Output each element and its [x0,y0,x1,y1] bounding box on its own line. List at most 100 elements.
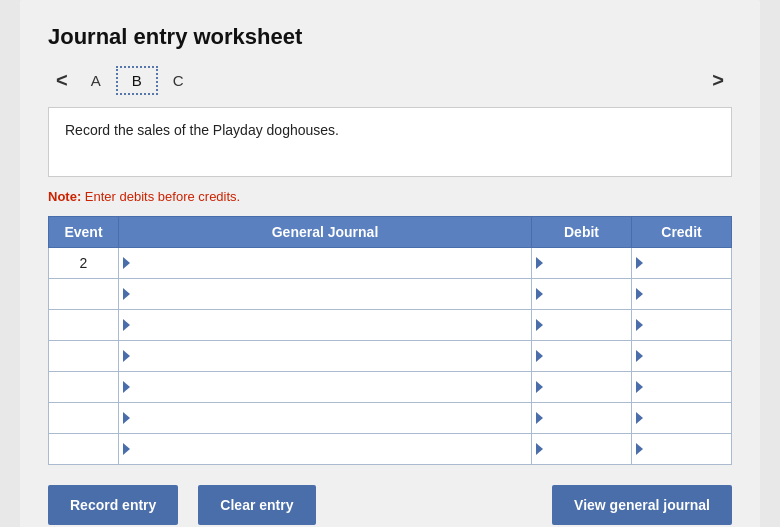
col-journal: General Journal [119,217,532,248]
table-row [49,372,732,403]
col-debit: Debit [532,217,632,248]
page-title: Journal entry worksheet [48,24,732,50]
journal-cell-6[interactable] [119,434,532,465]
table-row [49,279,732,310]
triangle-icon [123,257,130,269]
table-row [49,341,732,372]
triangle-icon [636,257,643,269]
journal-cell-1[interactable] [119,279,532,310]
credit-cell-4[interactable] [632,372,732,403]
tab-a[interactable]: A [76,67,116,94]
table-row [49,434,732,465]
table-row [49,310,732,341]
credit-input-0[interactable] [647,256,731,271]
triangle-icon [123,319,130,331]
debit-cell-2[interactable] [532,310,632,341]
credit-input-3[interactable] [647,349,731,364]
debit-input-2[interactable] [547,318,631,333]
journal-input-4[interactable] [134,380,531,395]
credit-cell-1[interactable] [632,279,732,310]
debit-input-6[interactable] [547,442,631,457]
debit-input-1[interactable] [547,287,631,302]
event-cell-6 [49,434,119,465]
credit-cell-0[interactable] [632,248,732,279]
table-row: 2 [49,248,732,279]
debit-cell-6[interactable] [532,434,632,465]
journal-cell-4[interactable] [119,372,532,403]
debit-cell-5[interactable] [532,403,632,434]
event-cell-2 [49,310,119,341]
buttons-row: Record entry Clear entry View general jo… [48,485,732,525]
note-label: Note: [48,189,81,204]
credit-input-2[interactable] [647,318,731,333]
triangle-icon [536,257,543,269]
journal-table: Event General Journal Debit Credit 2 [48,216,732,465]
event-cell-1 [49,279,119,310]
record-entry-button[interactable]: Record entry [48,485,178,525]
credit-cell-2[interactable] [632,310,732,341]
tab-nav: < A B C > [48,66,732,95]
note-body: Enter debits before credits. [85,189,240,204]
triangle-icon [636,350,643,362]
triangle-icon [536,319,543,331]
debit-cell-1[interactable] [532,279,632,310]
triangle-icon [636,288,643,300]
debit-cell-3[interactable] [532,341,632,372]
journal-input-3[interactable] [134,349,531,364]
journal-input-1[interactable] [134,287,531,302]
triangle-icon [123,288,130,300]
triangle-icon [536,350,543,362]
triangle-icon [636,381,643,393]
journal-cell-0[interactable] [119,248,532,279]
credit-input-4[interactable] [647,380,731,395]
triangle-icon [123,381,130,393]
event-cell-3 [49,341,119,372]
triangle-icon [123,412,130,424]
credit-cell-5[interactable] [632,403,732,434]
instruction-text: Record the sales of the Playday doghouse… [65,122,339,138]
journal-input-2[interactable] [134,318,531,333]
event-cell-0: 2 [49,248,119,279]
debit-input-4[interactable] [547,380,631,395]
main-container: Journal entry worksheet < A B C > Record… [20,0,760,527]
col-event: Event [49,217,119,248]
debit-cell-4[interactable] [532,372,632,403]
credit-input-1[interactable] [647,287,731,302]
debit-cell-0[interactable] [532,248,632,279]
triangle-icon [636,319,643,331]
triangle-icon [536,381,543,393]
tab-b[interactable]: B [116,66,158,95]
credit-cell-6[interactable] [632,434,732,465]
clear-entry-button[interactable]: Clear entry [198,485,315,525]
journal-input-5[interactable] [134,411,531,426]
nav-arrow-left[interactable]: < [48,69,76,92]
credit-input-5[interactable] [647,411,731,426]
nav-arrow-right[interactable]: > [704,69,732,92]
journal-input-6[interactable] [134,442,531,457]
credit-input-6[interactable] [647,442,731,457]
view-general-journal-button[interactable]: View general journal [552,485,732,525]
debit-input-3[interactable] [547,349,631,364]
triangle-icon [536,443,543,455]
triangle-icon [536,288,543,300]
journal-input-0[interactable] [134,256,531,271]
credit-cell-3[interactable] [632,341,732,372]
triangle-icon [123,443,130,455]
event-cell-4 [49,372,119,403]
journal-cell-5[interactable] [119,403,532,434]
triangle-icon [636,443,643,455]
debit-input-0[interactable] [547,256,631,271]
note-text: Note: Enter debits before credits. [48,189,732,204]
table-header-row: Event General Journal Debit Credit [49,217,732,248]
instruction-box: Record the sales of the Playday doghouse… [48,107,732,177]
event-cell-5 [49,403,119,434]
table-row [49,403,732,434]
triangle-icon [536,412,543,424]
debit-input-5[interactable] [547,411,631,426]
tab-c[interactable]: C [158,67,199,94]
col-credit: Credit [632,217,732,248]
triangle-icon [636,412,643,424]
journal-cell-2[interactable] [119,310,532,341]
journal-cell-3[interactable] [119,341,532,372]
triangle-icon [123,350,130,362]
